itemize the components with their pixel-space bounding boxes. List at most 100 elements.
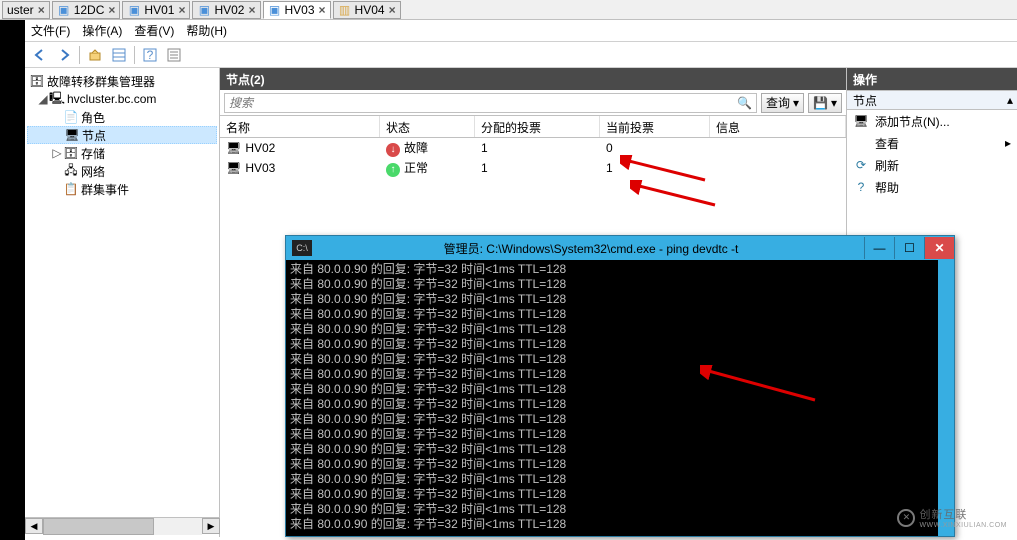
cluster-icon: 🖳: [49, 91, 65, 107]
tree-label: 故障转移群集管理器: [47, 73, 155, 90]
tree-cluster[interactable]: ◢ 🖳 hvcluster.bc.com: [27, 90, 217, 108]
close-icon[interactable]: ×: [389, 3, 396, 17]
vm-icon: ▥: [338, 3, 352, 17]
collapse-icon[interactable]: ◢: [37, 92, 49, 106]
cluster-mgr-icon: 🗄: [29, 73, 45, 89]
tree-node[interactable]: 🖥 节点: [27, 126, 217, 144]
menu-file[interactable]: 文件(F): [31, 22, 70, 39]
tab-hv04[interactable]: ▥ HV04 ×: [333, 1, 401, 19]
grid-button[interactable]: [108, 44, 130, 66]
cell-status: ↑正常: [380, 156, 475, 180]
col-status[interactable]: 状态: [380, 116, 475, 137]
tree-label: 角色: [81, 109, 105, 126]
back-button[interactable]: [29, 44, 51, 66]
watermark-icon: ✕: [897, 509, 915, 527]
col-name[interactable]: 名称: [220, 116, 380, 137]
tree-horizontal-scrollbar[interactable]: ◀ ▶: [25, 517, 220, 535]
tab-label: HV04: [355, 3, 385, 17]
maximize-button[interactable]: ☐: [894, 237, 924, 259]
close-icon[interactable]: ×: [178, 3, 185, 17]
cmd-icon: C:\: [292, 240, 312, 256]
ok-icon: ↑: [386, 163, 400, 177]
refresh-icon: ⟳: [853, 158, 869, 172]
save-dropdown[interactable]: 💾 ▾: [808, 93, 842, 113]
black-strip: [0, 20, 25, 540]
menu-view[interactable]: 查看(V): [134, 22, 174, 39]
forward-button[interactable]: [53, 44, 75, 66]
tree-label: hvcluster.bc.com: [67, 92, 156, 106]
network-icon: 🖧: [63, 163, 79, 179]
tree-root[interactable]: 🗄 故障转移群集管理器: [27, 72, 217, 90]
help-button[interactable]: ?: [139, 44, 161, 66]
cell-name: 🖥 HV03: [220, 158, 380, 178]
center-title: 节点(2): [226, 71, 265, 88]
node-icon: 🖥: [64, 127, 80, 143]
tab-label: 12DC: [74, 3, 105, 17]
table-row[interactable]: 🖥 HV02↓故障10: [220, 138, 846, 158]
separator: [79, 46, 80, 64]
menu-action[interactable]: 操作(A): [82, 22, 122, 39]
tree-network[interactable]: 🖧 网络: [27, 162, 217, 180]
tab-12dc[interactable]: ▣ 12DC ×: [52, 1, 121, 19]
up-button[interactable]: [84, 44, 106, 66]
add-node-icon: 🖥: [853, 114, 869, 128]
tab-hv02[interactable]: ▣ HV02 ×: [192, 1, 260, 19]
scroll-track[interactable]: [43, 518, 202, 535]
col-cur[interactable]: 当前投票: [600, 116, 710, 137]
cmd-window[interactable]: C:\ 管理员: C:\Windows\System32\cmd.exe - p…: [285, 235, 955, 537]
action-label: 帮助: [875, 179, 899, 196]
scroll-left-icon[interactable]: ◀: [25, 518, 43, 534]
search-icon[interactable]: 🔍: [737, 96, 752, 110]
tab-uster[interactable]: uster ×: [2, 1, 50, 19]
save-icon: 💾: [813, 96, 828, 110]
cmd-scrollbar[interactable]: [938, 260, 954, 536]
action-label: 添加节点(N)...: [875, 113, 950, 130]
table-row[interactable]: 🖥 HV03↑正常11: [220, 158, 846, 178]
expand-icon[interactable]: ▷: [51, 146, 63, 160]
list-button[interactable]: [163, 44, 185, 66]
query-label: 查询: [766, 94, 790, 111]
tree-label: 网络: [81, 163, 105, 180]
close-button[interactable]: ✕: [924, 237, 954, 259]
help-icon: ?: [853, 180, 869, 194]
svg-text:?: ?: [147, 48, 154, 62]
cmd-body[interactable]: 来自 80.0.0.90 的回复: 字节=32 时间<1ms TTL=128 来…: [286, 260, 954, 536]
close-icon[interactable]: ×: [248, 3, 255, 17]
cell-cur: 1: [600, 158, 710, 178]
tree-label: 群集事件: [81, 181, 129, 198]
close-icon[interactable]: ×: [319, 3, 326, 17]
error-icon: ↓: [386, 143, 400, 157]
tab-hv01[interactable]: ▣ HV01 ×: [122, 1, 190, 19]
col-alloc[interactable]: 分配的投票: [475, 116, 600, 137]
tree-storage[interactable]: ▷ 🗄 存储: [27, 144, 217, 162]
search-box[interactable]: 🔍: [224, 93, 757, 113]
tree-events[interactable]: 📋 群集事件: [27, 180, 217, 198]
tab-hv03[interactable]: ▣ HV03 ×: [263, 1, 331, 19]
col-info[interactable]: 信息: [710, 116, 846, 137]
watermark-url: WWW.XINXIULIAN.COM: [919, 522, 1007, 529]
search-input[interactable]: [229, 96, 737, 110]
close-icon[interactable]: ×: [38, 3, 45, 17]
watermark: ✕ 创新互联 WWW.XINXIULIAN.COM: [897, 506, 1007, 529]
query-dropdown[interactable]: 查询 ▾: [761, 93, 804, 113]
cmd-titlebar[interactable]: C:\ 管理员: C:\Windows\System32\cmd.exe - p…: [286, 236, 954, 260]
scroll-right-icon[interactable]: ▶: [202, 518, 220, 534]
action-refresh[interactable]: ⟳ 刷新: [847, 154, 1017, 176]
close-icon[interactable]: ×: [108, 3, 115, 17]
chevron-up-icon[interactable]: ▴: [1007, 93, 1013, 107]
chevron-right-icon: ▸: [1005, 136, 1011, 150]
tabs-bar: uster × ▣ 12DC × ▣ HV01 × ▣ HV02 × ▣ HV0…: [0, 0, 1017, 20]
menu-help[interactable]: 帮助(H): [186, 22, 227, 39]
tree-role[interactable]: 📄 角色: [27, 108, 217, 126]
action-add-node[interactable]: 🖥 添加节点(N)...: [847, 110, 1017, 132]
menubar: 文件(F) 操作(A) 查看(V) 帮助(H): [25, 20, 1017, 42]
actions-subheader: 节点 ▴: [847, 90, 1017, 110]
tab-label: HV01: [144, 3, 174, 17]
tab-label: uster: [7, 3, 34, 17]
toolbar: ?: [25, 42, 1017, 68]
watermark-brand: 创新互联: [919, 506, 1007, 522]
scroll-thumb[interactable]: [43, 518, 154, 535]
minimize-button[interactable]: —: [864, 237, 894, 259]
action-view[interactable]: 查看 ▸: [847, 132, 1017, 154]
action-help[interactable]: ? 帮助: [847, 176, 1017, 198]
